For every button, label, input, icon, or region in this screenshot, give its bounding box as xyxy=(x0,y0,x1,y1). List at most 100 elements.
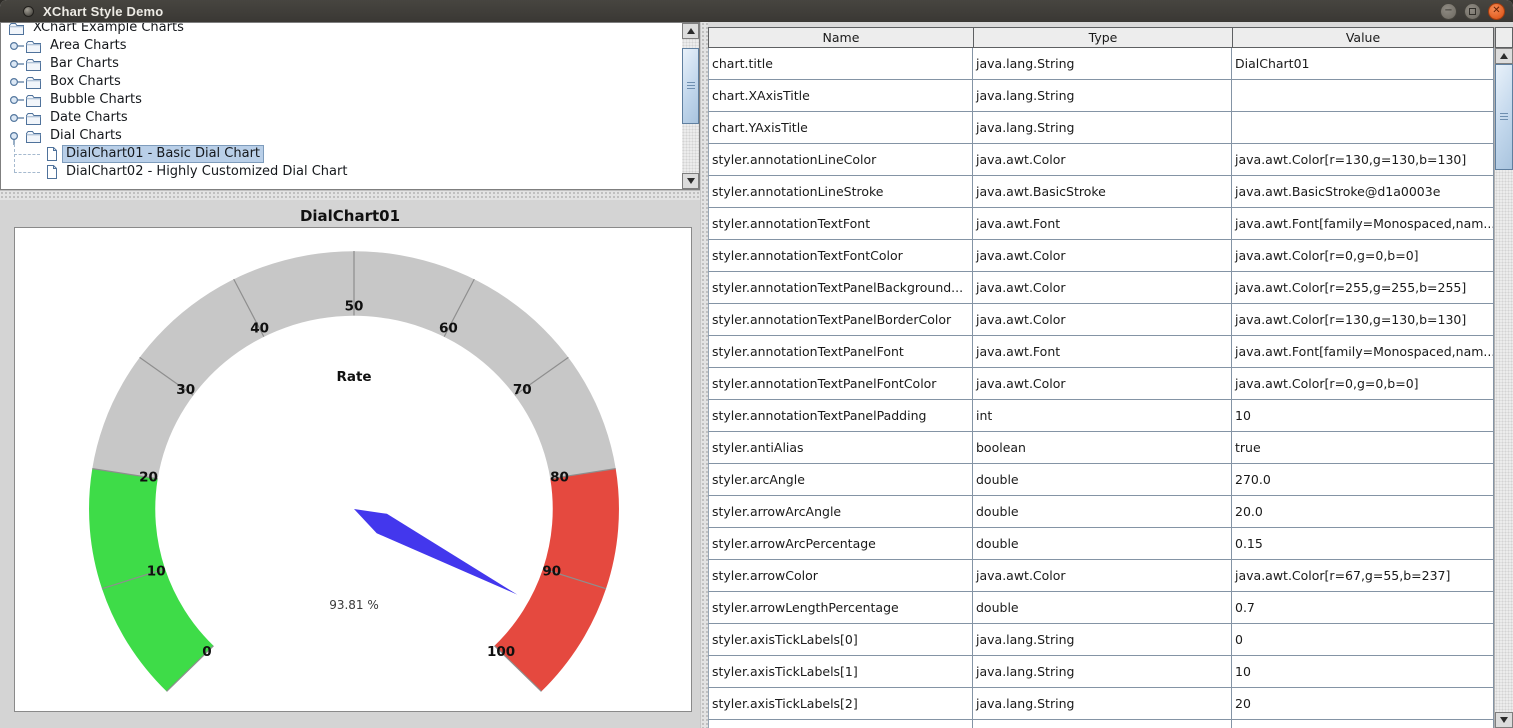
column-header-type[interactable]: Type xyxy=(973,27,1232,48)
column-header-value[interactable]: Value xyxy=(1232,27,1494,48)
scrollbar-thumb[interactable] xyxy=(682,48,699,124)
table-cell[interactable]: styler.annotationTextFont xyxy=(708,208,973,240)
table-cell[interactable]: java.awt.Color[r=130,g=130,b=130] xyxy=(1232,144,1494,176)
table-cell[interactable]: styler.axisTickLabels[2] xyxy=(708,688,973,720)
table-cell[interactable]: double xyxy=(973,528,1232,560)
table-cell[interactable]: java.awt.Color[r=0,g=0,b=0] xyxy=(1232,240,1494,272)
folder-icon xyxy=(26,40,41,53)
tree-item[interactable]: Bar Charts xyxy=(1,55,682,73)
table-cell[interactable]: styler.arrowColor xyxy=(708,560,973,592)
tree-item[interactable]: Dial Charts xyxy=(1,127,682,145)
table-cell[interactable]: styler.annotationTextPanelFont xyxy=(708,336,973,368)
scroll-down-button[interactable] xyxy=(682,173,699,189)
tree-item[interactable]: Box Charts xyxy=(1,73,682,91)
table-cell[interactable]: java.awt.Font[family=Monospaced,nam... xyxy=(1232,208,1494,240)
tree-item[interactable]: DialChart02 - Highly Customized Dial Cha… xyxy=(1,163,682,181)
minimize-button[interactable]: − xyxy=(1440,2,1457,20)
table-cell[interactable] xyxy=(973,720,1232,728)
table-cell[interactable]: double xyxy=(973,496,1232,528)
tree-item[interactable]: DialChart01 - Basic Dial Chart xyxy=(1,145,682,163)
table-cell[interactable]: java.awt.Color[r=67,g=55,b=237] xyxy=(1232,560,1494,592)
table-cell[interactable]: java.awt.Color xyxy=(973,368,1232,400)
table-cell[interactable]: java.lang.String xyxy=(973,48,1232,80)
table-cell[interactable]: java.awt.Font xyxy=(973,208,1232,240)
table-cell[interactable]: java.awt.Color xyxy=(973,560,1232,592)
table-cell[interactable]: java.awt.BasicStroke@d1a0003e xyxy=(1232,176,1494,208)
table-cell[interactable]: true xyxy=(1232,432,1494,464)
table-cell[interactable]: styler.arrowArcPercentage xyxy=(708,528,973,560)
table-cell[interactable]: 0.7 xyxy=(1232,592,1494,624)
table-cell[interactable] xyxy=(708,720,973,728)
table-cell[interactable]: java.lang.String xyxy=(973,112,1232,144)
table-cell[interactable]: 10 xyxy=(1232,656,1494,688)
expand-handle-icon[interactable] xyxy=(5,109,25,127)
table-cell[interactable] xyxy=(1232,720,1494,728)
table-cell[interactable]: int xyxy=(973,400,1232,432)
scroll-up-button[interactable] xyxy=(1495,48,1513,64)
tree-item[interactable]: Area Charts xyxy=(1,37,682,55)
table-cell[interactable]: styler.antiAlias xyxy=(708,432,973,464)
title-bar[interactable]: XChart Style Demo − ✕ xyxy=(0,0,1513,22)
table-cell[interactable]: 0 xyxy=(1232,624,1494,656)
table-cell[interactable]: java.awt.Color xyxy=(973,272,1232,304)
table-cell[interactable]: java.lang.String xyxy=(973,624,1232,656)
table-cell[interactable]: 0.15 xyxy=(1232,528,1494,560)
table-cell[interactable]: double xyxy=(973,464,1232,496)
expand-handle-icon[interactable] xyxy=(5,37,25,55)
table-cell[interactable] xyxy=(1232,112,1494,144)
table-cell[interactable]: java.awt.Color[r=130,g=130,b=130] xyxy=(1232,304,1494,336)
table-cell[interactable]: java.awt.Color xyxy=(973,144,1232,176)
table-cell[interactable]: double xyxy=(973,592,1232,624)
table-cell[interactable]: java.awt.Font xyxy=(973,336,1232,368)
table-cell[interactable]: styler.axisTickLabels[1] xyxy=(708,656,973,688)
table-cell[interactable]: java.lang.String xyxy=(973,688,1232,720)
scrollbar-thumb[interactable] xyxy=(1495,64,1513,170)
column-header-name[interactable]: Name xyxy=(708,27,973,48)
table-cell[interactable]: chart.YAxisTitle xyxy=(708,112,973,144)
split-divider-vertical[interactable] xyxy=(700,22,708,728)
table-cell[interactable]: java.awt.Color xyxy=(973,240,1232,272)
tree-scrollbar[interactable] xyxy=(682,23,699,189)
table-cell[interactable]: 270.0 xyxy=(1232,464,1494,496)
scroll-down-button[interactable] xyxy=(1495,712,1513,728)
table-cell[interactable]: styler.annotationTextPanelBackground... xyxy=(708,272,973,304)
table-cell[interactable]: java.awt.Color[r=255,g=255,b=255] xyxy=(1232,272,1494,304)
table-cell[interactable]: 10 xyxy=(1232,400,1494,432)
table-cell[interactable] xyxy=(1232,80,1494,112)
table-cell[interactable]: styler.annotationLineColor xyxy=(708,144,973,176)
dial-value-annotation: 93.81 % xyxy=(329,598,379,612)
table-cell[interactable]: styler.arrowLengthPercentage xyxy=(708,592,973,624)
maximize-button[interactable] xyxy=(1464,2,1481,20)
table-cell[interactable]: DialChart01 xyxy=(1232,48,1494,80)
table-cell[interactable]: styler.axisTickLabels[0] xyxy=(708,624,973,656)
table-cell[interactable]: styler.annotationLineStroke xyxy=(708,176,973,208)
table-cell[interactable]: styler.annotationTextPanelFontColor xyxy=(708,368,973,400)
expand-handle-icon[interactable] xyxy=(5,73,25,91)
expand-handle-icon[interactable] xyxy=(5,91,25,109)
table-cell[interactable]: chart.XAxisTitle xyxy=(708,80,973,112)
table-cell[interactable]: java.awt.Color xyxy=(973,304,1232,336)
table-cell[interactable]: boolean xyxy=(973,432,1232,464)
close-button[interactable]: ✕ xyxy=(1488,2,1505,20)
table-cell[interactable]: styler.arcAngle xyxy=(708,464,973,496)
table-cell[interactable]: chart.title xyxy=(708,48,973,80)
scroll-up-button[interactable] xyxy=(682,23,699,39)
split-divider-horizontal[interactable] xyxy=(0,190,700,200)
tree-item[interactable]: Bubble Charts xyxy=(1,91,682,109)
table-cell[interactable]: 20 xyxy=(1232,688,1494,720)
table-cell[interactable]: styler.annotationTextPanelPadding xyxy=(708,400,973,432)
table-cell[interactable]: java.awt.Color[r=0,g=0,b=0] xyxy=(1232,368,1494,400)
table-scrollbar[interactable] xyxy=(1494,27,1513,728)
collapse-handle-icon[interactable] xyxy=(5,127,25,145)
table-cell[interactable]: styler.annotationTextPanelBorderColor xyxy=(708,304,973,336)
table-cell[interactable]: styler.annotationTextFontColor xyxy=(708,240,973,272)
tree-item[interactable]: XChart Example Charts xyxy=(1,23,682,37)
table-cell[interactable]: java.lang.String xyxy=(973,656,1232,688)
table-cell[interactable]: java.lang.String xyxy=(973,80,1232,112)
table-cell[interactable]: java.awt.Font[family=Monospaced,nam... xyxy=(1232,336,1494,368)
tree-item[interactable]: Date Charts xyxy=(1,109,682,127)
table-cell[interactable]: styler.arrowArcAngle xyxy=(708,496,973,528)
table-cell[interactable]: java.awt.BasicStroke xyxy=(973,176,1232,208)
expand-handle-icon[interactable] xyxy=(5,55,25,73)
table-cell[interactable]: 20.0 xyxy=(1232,496,1494,528)
